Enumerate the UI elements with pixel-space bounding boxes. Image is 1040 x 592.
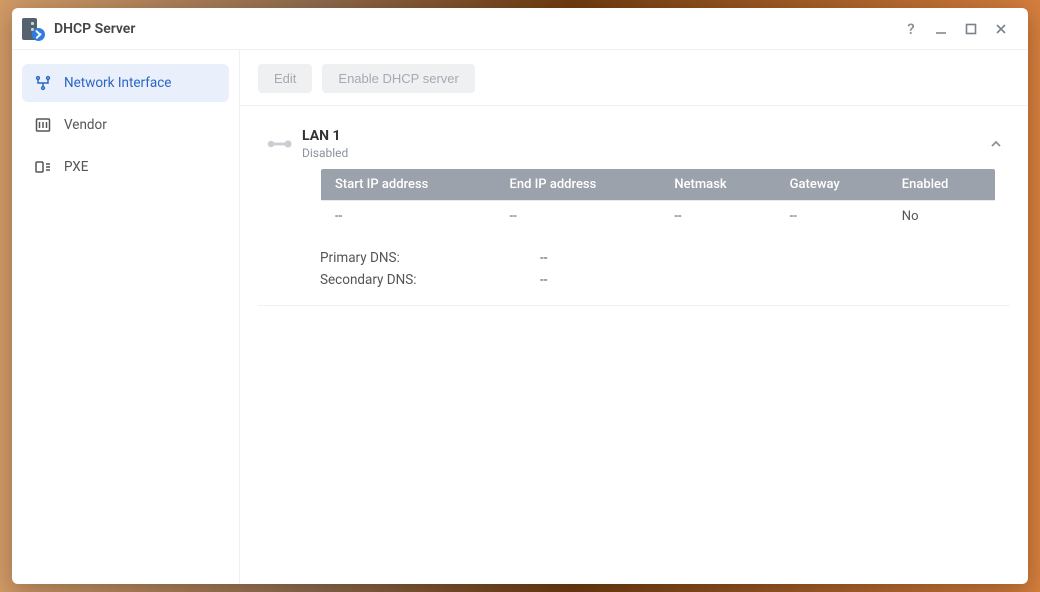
dns-info: Primary DNS: -- Secondary DNS: --: [320, 247, 996, 291]
sidebar-item-label: Vendor: [64, 117, 107, 133]
toolbar: Edit Enable DHCP server: [240, 50, 1028, 106]
interface-status: Disabled: [302, 146, 348, 160]
secondary-dns-label: Secondary DNS:: [320, 272, 540, 288]
window-title: DHCP Server: [54, 21, 135, 37]
interface-name: LAN 1: [302, 128, 348, 144]
cell-gateway: --: [776, 201, 888, 233]
maximize-button[interactable]: [956, 14, 986, 44]
network-icon: [34, 74, 52, 92]
sidebar-item-vendor[interactable]: Vendor: [22, 106, 229, 144]
app-window: DHCP Server ? Network Interface V: [12, 8, 1028, 584]
interface-header[interactable]: LAN 1 Disabled: [258, 124, 1010, 168]
cell-start-ip: --: [321, 201, 496, 233]
interface-body: Start IP address End IP address Netmask …: [258, 168, 1010, 291]
col-gateway: Gateway: [776, 169, 888, 201]
col-enabled: Enabled: [888, 169, 996, 201]
primary-dns-label: Primary DNS:: [320, 250, 540, 266]
pxe-icon: [34, 158, 52, 176]
vendor-icon: [34, 116, 52, 134]
close-button[interactable]: [986, 14, 1016, 44]
sidebar-item-pxe[interactable]: PXE: [22, 148, 229, 186]
sidebar-item-label: Network Interface: [64, 75, 171, 91]
collapse-toggle[interactable]: [982, 130, 1010, 158]
minimize-button[interactable]: [926, 14, 956, 44]
sidebar-item-network-interface[interactable]: Network Interface: [22, 64, 229, 102]
cell-netmask: --: [660, 201, 775, 233]
primary-dns-value: --: [540, 250, 547, 266]
app-icon: [22, 18, 44, 40]
secondary-dns-row: Secondary DNS: --: [320, 269, 996, 291]
enable-dhcp-button[interactable]: Enable DHCP server: [322, 64, 474, 93]
col-netmask: Netmask: [660, 169, 775, 201]
table-header-row: Start IP address End IP address Netmask …: [321, 169, 996, 201]
secondary-dns-value: --: [540, 272, 547, 288]
dhcp-range-table: Start IP address End IP address Netmask …: [320, 168, 996, 233]
edit-button[interactable]: Edit: [258, 64, 312, 93]
cell-end-ip: --: [495, 201, 660, 233]
help-button[interactable]: ?: [896, 14, 926, 44]
interface-section: LAN 1 Disabled Start IP address: [258, 116, 1010, 306]
col-end-ip: End IP address: [495, 169, 660, 201]
table-row[interactable]: -- -- -- -- No: [321, 201, 996, 233]
sidebar-item-label: PXE: [64, 159, 88, 175]
sidebar: Network Interface Vendor PXE: [12, 50, 240, 584]
titlebar: DHCP Server ?: [12, 8, 1028, 50]
cell-enabled: No: [888, 201, 996, 233]
col-start-ip: Start IP address: [321, 169, 496, 201]
ethernet-port-icon: [258, 138, 302, 150]
primary-dns-row: Primary DNS: --: [320, 247, 996, 269]
content-area: LAN 1 Disabled Start IP address: [240, 106, 1028, 324]
main-panel: Edit Enable DHCP server: [240, 50, 1028, 584]
